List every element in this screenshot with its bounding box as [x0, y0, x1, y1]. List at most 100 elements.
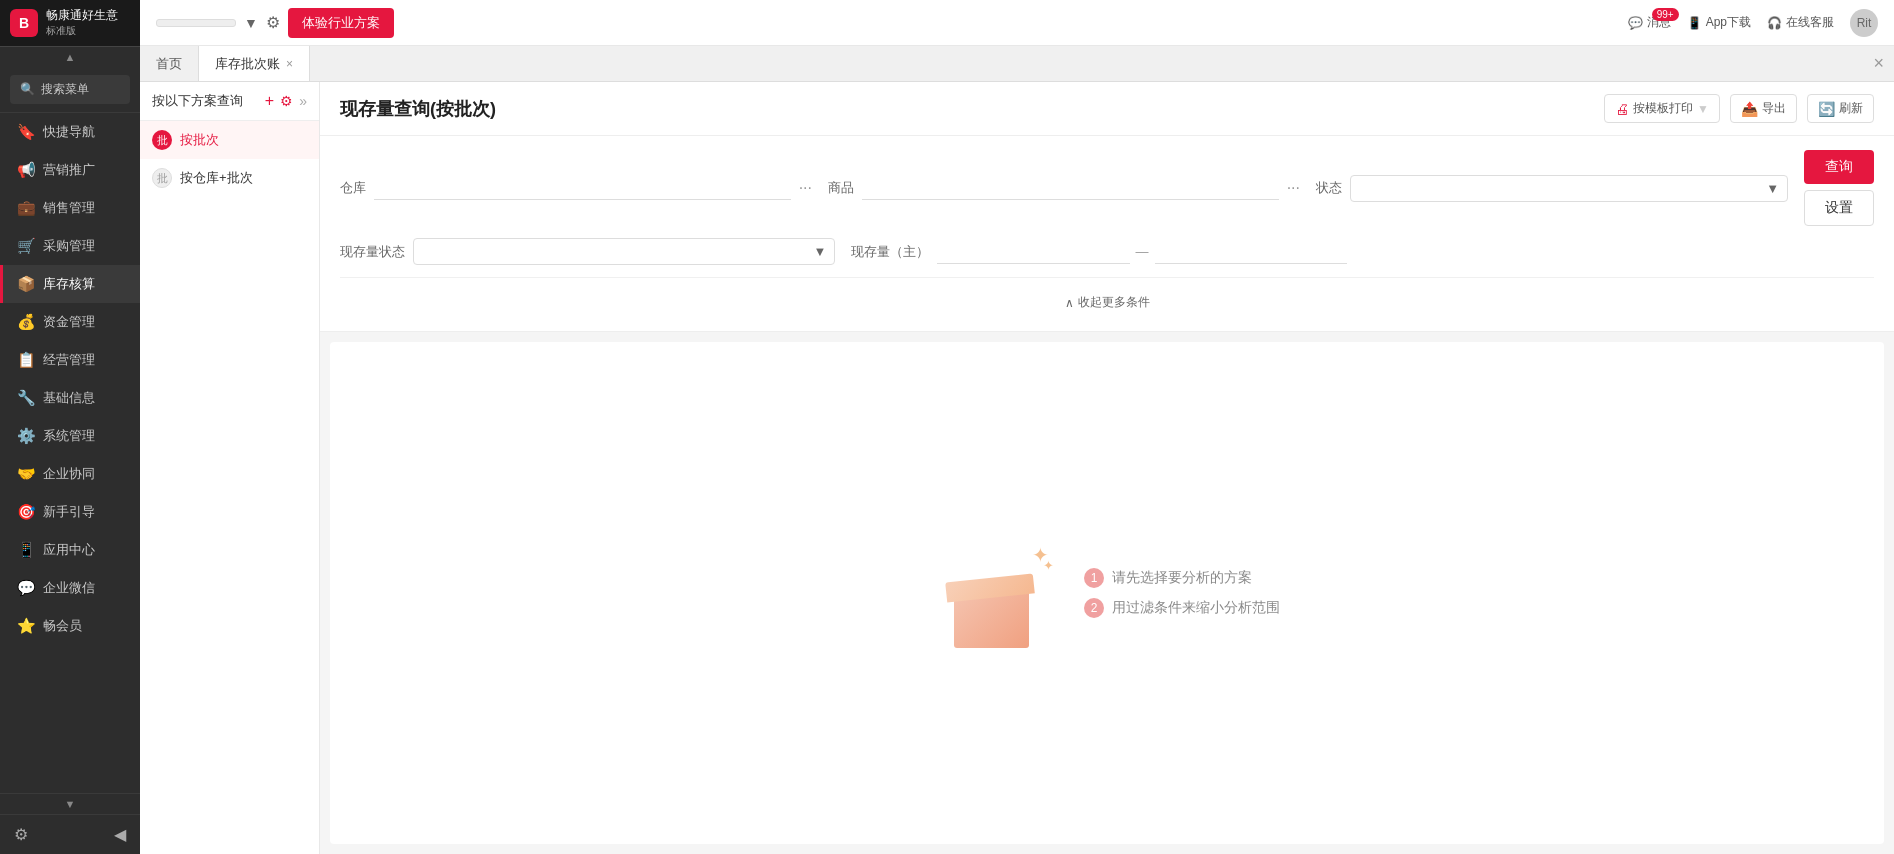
user-avatar: Rit: [1850, 9, 1878, 37]
sidebar-scroll-down[interactable]: ▼: [0, 793, 140, 814]
filter-product: 商品 ···: [828, 176, 1300, 200]
tab-close-button[interactable]: ×: [286, 57, 293, 71]
filter-inventory-status: 现存量状态 ▼: [340, 238, 835, 265]
left-panel-title: 按以下方案查询: [152, 92, 243, 110]
nav-icon-member: ⭐: [17, 617, 35, 635]
filter-inventory-qty: 现存量（主） —: [851, 240, 1346, 264]
sidebar-item-appstore[interactable]: 📱 应用中心: [0, 531, 140, 569]
scheme-icon-by-batch: 批: [152, 130, 172, 150]
nav-icon-inventory: 📦: [17, 275, 35, 293]
left-panel: 按以下方案查询 + ⚙ » 批 按批次 批 按仓库+批次: [140, 82, 320, 854]
empty-tip-2: 2 用过滤条件来缩小分析范围: [1084, 598, 1280, 618]
topbar-right: 💬 消息 99+ 📱 App下载 🎧 在线客服 Rit: [1628, 9, 1878, 37]
refresh-button[interactable]: 🔄 刷新: [1807, 94, 1874, 123]
empty-tip-1: 1 请先选择要分析的方案: [1084, 568, 1280, 588]
topbar-search-display: [156, 19, 236, 27]
sidebar-item-shortcut[interactable]: 🔖 快捷导航: [0, 113, 140, 151]
main-area: ▼ ⚙ 体验行业方案 💬 消息 99+ 📱 App下载 🎧 在线客服 Rit: [140, 0, 1894, 854]
sidebar-footer: ⚙ ◀: [0, 814, 140, 854]
query-button[interactable]: 查询: [1804, 150, 1874, 184]
sidebar-item-marketing[interactable]: 📢 营销推广: [0, 151, 140, 189]
topbar-left: ▼ ⚙ 体验行业方案: [156, 8, 1618, 38]
nav-icon-operation: 📋: [17, 351, 35, 369]
content-area: 按以下方案查询 + ⚙ » 批 按批次 批 按仓库+批次: [140, 82, 1894, 854]
print-icon: 🖨: [1615, 101, 1629, 117]
sidebar-item-newbie[interactable]: 🎯 新手引导: [0, 493, 140, 531]
sidebar-search-button[interactable]: 🔍 搜索菜单: [10, 75, 130, 104]
sidebar: B 畅康通好生意 标准版 ▲ 🔍 搜索菜单 🔖 快捷导航 📢 营销推广 💼 销售…: [0, 0, 140, 854]
inventory-qty-from[interactable]: [937, 240, 1129, 264]
topbar-gear-button[interactable]: ⚙: [266, 13, 280, 32]
inventory-status-select[interactable]: ▼: [413, 238, 835, 265]
export-button[interactable]: 📤 导出: [1730, 94, 1797, 123]
sidebar-nav: 🔖 快捷导航 📢 营销推广 💼 销售管理 🛒 采购管理 📦 库存核算 💰 资金管…: [0, 113, 140, 793]
nav-icon-system: ⚙️: [17, 427, 35, 445]
export-icon: 📤: [1741, 101, 1758, 117]
topbar-user[interactable]: Rit: [1850, 9, 1878, 37]
tab-home[interactable]: 首页: [140, 46, 199, 81]
sidebar-scroll-up[interactable]: ▲: [0, 47, 140, 67]
product-more-button[interactable]: ···: [1287, 179, 1300, 197]
topbar-app-download[interactable]: 📱 App下载: [1687, 14, 1751, 31]
topbar-dropdown-button[interactable]: ▼: [244, 15, 258, 31]
sidebar-item-system[interactable]: ⚙️ 系统管理: [0, 417, 140, 455]
scheme-settings-button[interactable]: ⚙: [280, 93, 293, 109]
filter-row-2: 现存量状态 ▼ 现存量（主） —: [340, 238, 1874, 265]
sidebar-item-wechat[interactable]: 💬 企业微信: [0, 569, 140, 607]
page-header: 现存量查询(按批次) 🖨 按模板打印 ▼ 📤 导出 🔄 刷新: [320, 82, 1894, 136]
sidebar-item-basic[interactable]: 🔧 基础信息: [0, 379, 140, 417]
sidebar-item-finance[interactable]: 💰 资金管理: [0, 303, 140, 341]
nav-icon-sales: 💼: [17, 199, 35, 217]
product-input[interactable]: [862, 176, 1279, 200]
sidebar-settings-button[interactable]: ⚙: [14, 825, 28, 844]
inventory-status-dropdown-icon: ▼: [813, 244, 826, 259]
scheme-list: 批 按批次 批 按仓库+批次: [140, 121, 319, 854]
status-select[interactable]: ▼: [1350, 175, 1788, 202]
sidebar-item-inventory[interactable]: 📦 库存核算: [0, 265, 140, 303]
empty-content: ✦ ✦ 1 请先选择要分析的方案 2 用过滤条件来缩小分析范围: [934, 538, 1280, 648]
warehouse-input[interactable]: [374, 176, 791, 200]
sidebar-search-area: 🔍 搜索菜单: [0, 67, 140, 113]
tip-1-text: 请先选择要分析的方案: [1112, 569, 1252, 587]
empty-tips: 1 请先选择要分析的方案 2 用过滤条件来缩小分析范围: [1084, 568, 1280, 618]
scheme-item-by-warehouse-batch[interactable]: 批 按仓库+批次: [140, 159, 319, 197]
sidebar-item-purchase[interactable]: 🛒 采购管理: [0, 227, 140, 265]
nav-icon-marketing: 📢: [17, 161, 35, 179]
topbar-messages[interactable]: 💬 消息 99+: [1628, 14, 1671, 31]
empty-illustration: ✦ ✦: [934, 538, 1054, 648]
messages-badge: 99+: [1652, 8, 1679, 21]
gear-icon: ⚙: [14, 826, 28, 843]
sidebar-item-sales[interactable]: 💼 销售管理: [0, 189, 140, 227]
range-dash: —: [1136, 244, 1149, 259]
inventory-qty-to[interactable]: [1155, 240, 1347, 264]
app-subtitle: 标准版: [46, 24, 118, 38]
tip-2-text: 用过滤条件来缩小分析范围: [1112, 599, 1280, 617]
print-button[interactable]: 🖨 按模板打印 ▼: [1604, 94, 1720, 123]
topbar: ▼ ⚙ 体验行业方案 💬 消息 99+ 📱 App下载 🎧 在线客服 Rit: [140, 0, 1894, 46]
left-panel-collapse-button[interactable]: »: [299, 93, 307, 109]
filter-row-1: 仓库 ··· 商品 ··· 状态 ▼: [340, 150, 1874, 226]
trial-button[interactable]: 体验行业方案: [288, 8, 394, 38]
refresh-icon: 🔄: [1818, 101, 1835, 117]
product-label: 商品: [828, 179, 854, 197]
collapse-left-icon: ◀: [114, 826, 126, 843]
scheme-item-by-batch[interactable]: 批 按批次: [140, 121, 319, 159]
collapse-filter-button[interactable]: ∧ 收起更多条件: [340, 288, 1874, 317]
add-scheme-button[interactable]: +: [265, 92, 274, 110]
message-icon: 💬: [1628, 16, 1643, 30]
topbar-online-service[interactable]: 🎧 在线客服: [1767, 14, 1834, 31]
inventory-qty-label: 现存量（主）: [851, 243, 929, 261]
settings-button[interactable]: 设置: [1804, 190, 1874, 226]
sidebar-item-enterprise[interactable]: 🤝 企业协同: [0, 455, 140, 493]
tip-1-number: 1: [1084, 568, 1104, 588]
warehouse-more-button[interactable]: ···: [799, 179, 812, 197]
app-title: 畅康通好生意: [46, 8, 118, 24]
collapse-up-icon: ∧: [1065, 296, 1074, 310]
sidebar-item-operation[interactable]: 📋 经营管理: [0, 341, 140, 379]
sidebar-collapse-button[interactable]: ◀: [114, 825, 126, 844]
sidebar-item-member[interactable]: ⭐ 畅会员: [0, 607, 140, 645]
scheme-icon-by-warehouse-batch: 批: [152, 168, 172, 188]
tab-inventory-batch[interactable]: 库存批次账 ×: [199, 46, 310, 81]
status-dropdown-icon: ▼: [1766, 181, 1779, 196]
tab-area-close-button[interactable]: ×: [1873, 53, 1884, 74]
